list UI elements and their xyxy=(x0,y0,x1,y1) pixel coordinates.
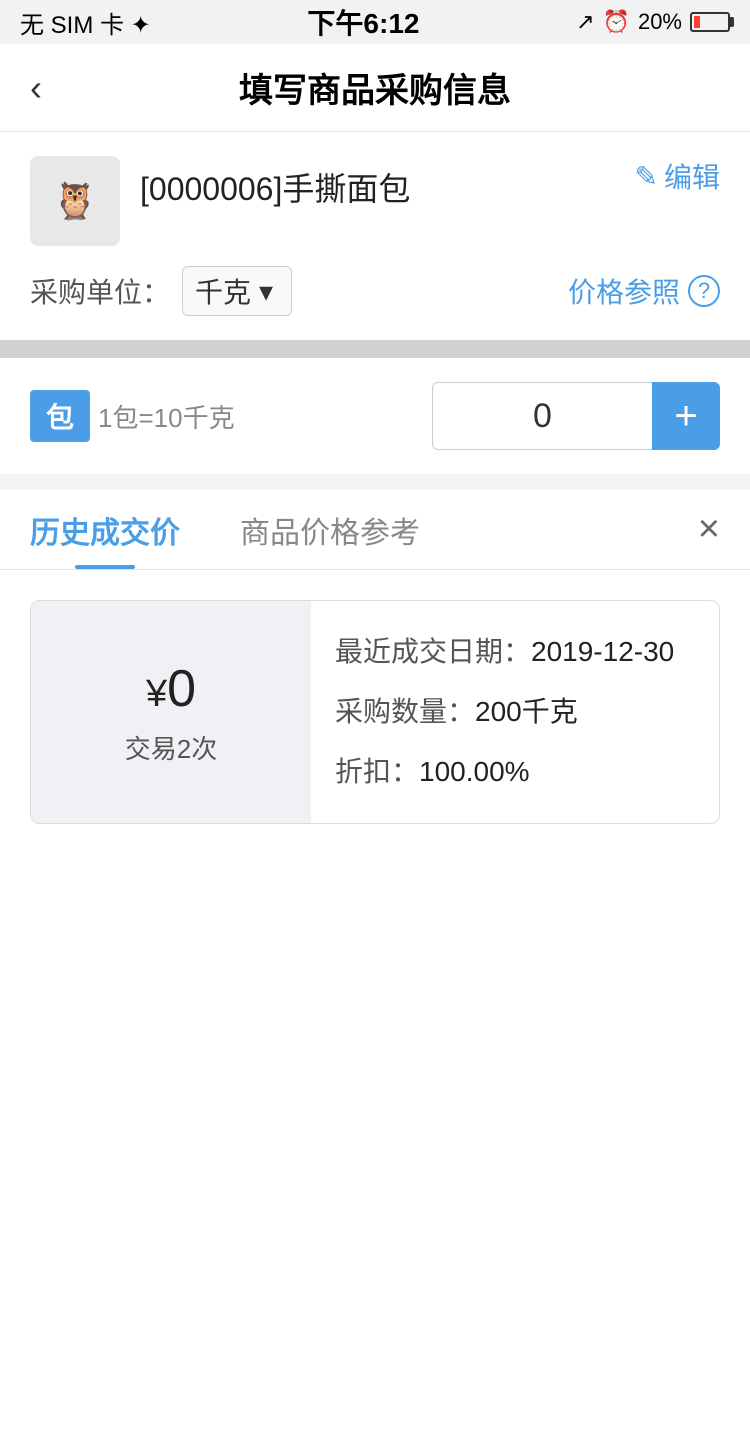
price-ref-button[interactable]: 价格参照 ? xyxy=(568,271,720,311)
status-bar: 无 SIM 卡 ✦ 下午6:12 ↗ ⏰ 20% xyxy=(0,0,750,44)
back-button[interactable]: ‹ xyxy=(30,67,42,109)
qty-input-area: + xyxy=(432,382,720,450)
price-display: ¥0 xyxy=(146,659,196,719)
card-right: 最近成交日期：2019-12-30 采购数量：200千克 折扣：100.00% xyxy=(311,601,719,823)
currency-symbol: ¥ xyxy=(146,673,167,715)
recent-date-label: 最近成交日期： xyxy=(335,636,531,667)
purchase-qty-row: 采购数量：200千克 xyxy=(335,691,695,733)
price-value: 0 xyxy=(167,660,196,718)
card-content: ¥0 交易2次 最近成交日期：2019-12-30 采购数量：200千克 折扣：… xyxy=(0,570,750,854)
page-title: 填写商品采购信息 xyxy=(239,63,511,112)
purchase-unit-row: 采购单位： 千克 ▾ 价格参照 ? xyxy=(30,266,720,316)
quantity-plus-button[interactable]: + xyxy=(652,382,720,450)
white-space xyxy=(0,854,750,1454)
tab-history-price[interactable]: 历史成交价 xyxy=(30,490,180,569)
no-sim-text: 无 SIM 卡 ✦ xyxy=(20,5,151,40)
history-card: ¥0 交易2次 最近成交日期：2019-12-30 采购数量：200千克 折扣：… xyxy=(30,600,720,824)
recent-date-value: 2019-12-30 xyxy=(531,636,674,667)
gray-divider xyxy=(0,340,750,358)
status-left: 无 SIM 卡 ✦ xyxy=(20,5,151,40)
discount-label: 折扣： xyxy=(335,756,419,787)
product-section: 🦉 [0000006]手撕面包 ✎ 编辑 采购单位： 千克 ▾ 价格参照 ? xyxy=(0,132,750,340)
location-icon: ↗ xyxy=(576,9,594,35)
purchase-qty-label: 采购数量： xyxy=(335,696,475,727)
battery-icon xyxy=(690,12,730,32)
product-logo-icon: 🦉 xyxy=(53,180,98,222)
alarm-icon: ⏰ xyxy=(603,9,630,35)
status-right: ↗ ⏰ 20% xyxy=(576,9,730,35)
unit-box: 包 xyxy=(30,390,90,442)
unit-select[interactable]: 千克 ▾ xyxy=(182,266,292,316)
tabs-list: 历史成交价 商品价格参考 xyxy=(30,490,420,569)
discount-row: 折扣：100.00% xyxy=(335,751,695,793)
close-button[interactable]: × xyxy=(698,508,720,551)
battery-percent: 20% xyxy=(638,9,682,35)
purchase-unit-label: 采购单位： xyxy=(30,271,170,311)
tabs-section: 历史成交价 商品价格参考 × ¥0 交易2次 最近成交日期：2019-12-30… xyxy=(0,490,750,854)
quantity-input[interactable] xyxy=(432,382,652,450)
discount-value: 100.00% xyxy=(419,756,530,787)
product-left: 🦉 [0000006]手撕面包 xyxy=(30,156,410,246)
unit-ratio: 1包=10千克 xyxy=(98,398,235,435)
chevron-down-icon: ▾ xyxy=(259,275,273,308)
product-name: [0000006]手撕面包 xyxy=(140,156,410,210)
price-ref-label: 价格参照 xyxy=(568,271,680,311)
recent-date-row: 最近成交日期：2019-12-30 xyxy=(335,631,695,673)
edit-label: 编辑 xyxy=(664,156,720,196)
edit-icon: ✎ xyxy=(635,160,658,193)
purchase-unit-left: 采购单位： 千克 ▾ xyxy=(30,266,292,316)
trade-count: 交易2次 xyxy=(125,729,217,766)
edit-button[interactable]: ✎ 编辑 xyxy=(635,156,720,196)
tabs-header: 历史成交价 商品价格参考 × xyxy=(0,490,750,570)
product-header: 🦉 [0000006]手撕面包 ✎ 编辑 xyxy=(30,156,720,246)
card-left: ¥0 交易2次 xyxy=(31,601,311,823)
unit-value: 千克 xyxy=(195,271,251,311)
unit-label: 包 1包=10千克 xyxy=(30,390,235,442)
nav-bar: ‹ 填写商品采购信息 xyxy=(0,44,750,132)
quantity-row: 包 1包=10千克 + xyxy=(0,358,750,474)
tab-price-reference[interactable]: 商品价格参考 xyxy=(240,490,420,569)
purchase-qty-value: 200千克 xyxy=(475,696,578,727)
status-time: 下午6:12 xyxy=(307,2,419,42)
product-image: 🦉 xyxy=(30,156,120,246)
info-icon: ? xyxy=(688,275,720,307)
